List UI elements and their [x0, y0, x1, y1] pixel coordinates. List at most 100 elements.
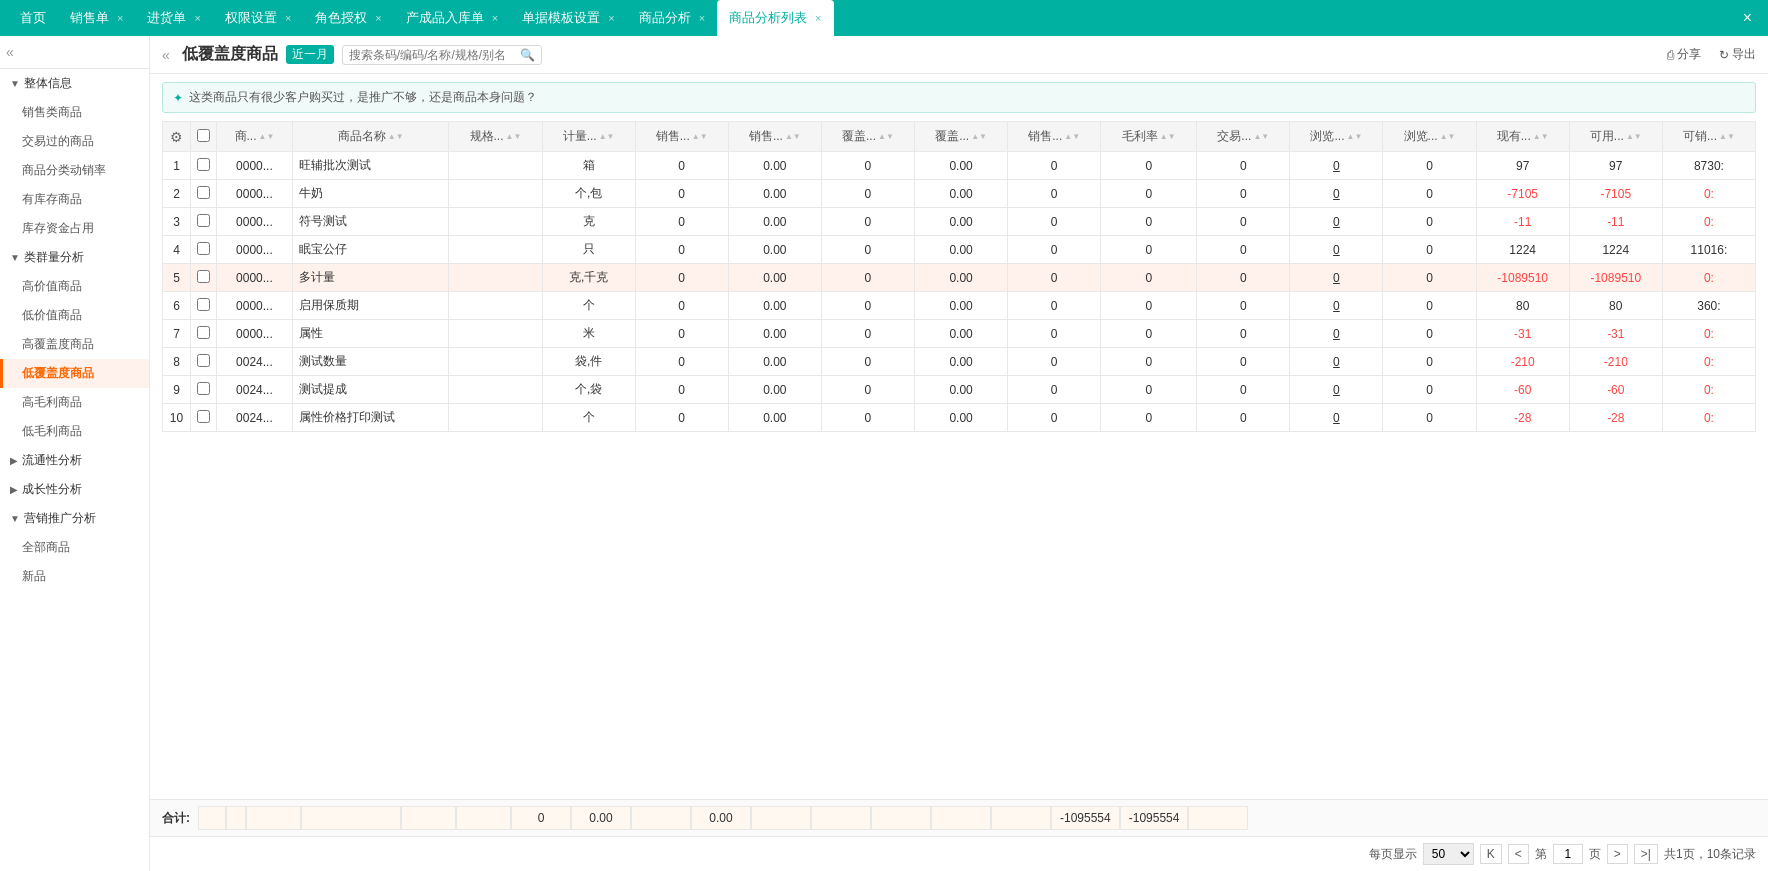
select-all-checkbox[interactable] — [197, 129, 210, 142]
close-icon[interactable]: × — [699, 0, 705, 36]
close-icon[interactable]: × — [815, 0, 821, 36]
row-browse1[interactable]: 0 — [1290, 208, 1383, 236]
row-browse1[interactable]: 0 — [1290, 180, 1383, 208]
row-checkbox[interactable] — [191, 180, 217, 208]
th-gross-margin[interactable]: 毛利率▲▼ — [1101, 122, 1197, 152]
sort-icon[interactable]: ▲▼ — [599, 133, 615, 141]
sidebar-item-high-margin[interactable]: 高毛利商品 — [0, 388, 149, 417]
th-coverage2[interactable]: 覆盖...▲▼ — [915, 122, 1008, 152]
nav-purchase-order[interactable]: 进货单 × — [135, 0, 212, 36]
th-unit[interactable]: 计量...▲▼ — [542, 122, 635, 152]
th-code[interactable]: 商...▲▼ — [217, 122, 293, 152]
sidebar-item-low-coverage[interactable]: 低覆盖度商品 — [0, 359, 149, 388]
last-page-button[interactable]: >| — [1634, 844, 1658, 864]
close-icon[interactable]: × — [285, 0, 291, 36]
row-browse1[interactable]: 0 — [1290, 236, 1383, 264]
row-browse1[interactable]: 0 — [1290, 320, 1383, 348]
sidebar-group-growth[interactable]: ▶ 成长性分析 — [0, 475, 149, 504]
share-button[interactable]: ⎙ 分享 — [1667, 46, 1701, 63]
sidebar-item-low-margin[interactable]: 低毛利商品 — [0, 417, 149, 446]
row-checkbox[interactable] — [191, 236, 217, 264]
sort-icon[interactable]: ▲▼ — [878, 133, 894, 141]
search-box[interactable]: 🔍 — [342, 45, 542, 65]
sidebar-item-category-rate[interactable]: 商品分类动销率 — [0, 156, 149, 185]
sort-icon[interactable]: ▲▼ — [1533, 133, 1549, 141]
sort-icon[interactable]: ▲▼ — [785, 133, 801, 141]
row-browse1[interactable]: 0 — [1290, 404, 1383, 432]
time-filter-badge[interactable]: 近一月 — [286, 45, 334, 64]
sort-icon[interactable]: ▲▼ — [1719, 133, 1735, 141]
per-page-select[interactable]: 50 20 100 200 — [1423, 843, 1474, 865]
sort-icon[interactable]: ▲▼ — [971, 133, 987, 141]
th-checkbox[interactable] — [191, 122, 217, 152]
row-checkbox[interactable] — [191, 320, 217, 348]
row-browse1[interactable]: 0 — [1290, 292, 1383, 320]
sidebar-item-sales-products[interactable]: 销售类商品 — [0, 98, 149, 127]
page-number-input[interactable] — [1553, 844, 1583, 864]
sidebar-item-stock-capital[interactable]: 库存资金占用 — [0, 214, 149, 243]
th-spec[interactable]: 规格...▲▼ — [449, 122, 542, 152]
sidebar-group-overall-info[interactable]: ▼ 整体信息 — [0, 69, 149, 98]
sidebar-item-in-stock[interactable]: 有库存商品 — [0, 185, 149, 214]
prev-page-button[interactable]: < — [1508, 844, 1529, 864]
sidebar-item-all-products[interactable]: 全部商品 — [0, 533, 149, 562]
row-checkbox[interactable] — [191, 404, 217, 432]
window-close-button[interactable]: × — [1735, 9, 1760, 27]
sort-icon[interactable]: ▲▼ — [1064, 133, 1080, 141]
sidebar-item-high-coverage[interactable]: 高覆盖度商品 — [0, 330, 149, 359]
sort-icon[interactable]: ▲▼ — [259, 133, 275, 141]
sort-icon[interactable]: ▲▼ — [1626, 133, 1642, 141]
row-checkbox[interactable] — [191, 376, 217, 404]
nav-sales-order[interactable]: 销售单 × — [58, 0, 135, 36]
close-icon[interactable]: × — [194, 0, 200, 36]
row-checkbox[interactable] — [191, 348, 217, 376]
search-input[interactable] — [349, 48, 520, 62]
row-browse1[interactable]: 0 — [1290, 348, 1383, 376]
th-settings[interactable]: ⚙ — [163, 122, 191, 152]
row-checkbox[interactable] — [191, 208, 217, 236]
close-icon[interactable]: × — [375, 0, 381, 36]
sidebar-group-marketing[interactable]: ▼ 营销推广分析 — [0, 504, 149, 533]
nav-template-settings[interactable]: 单据模板设置 × — [510, 0, 626, 36]
close-icon[interactable]: × — [117, 0, 123, 36]
row-browse1[interactable]: 0 — [1290, 264, 1383, 292]
nav-product-storage[interactable]: 产成品入库单 × — [394, 0, 510, 36]
row-checkbox[interactable] — [191, 292, 217, 320]
sidebar-group-circulation[interactable]: ▶ 流通性分析 — [0, 446, 149, 475]
th-coverage1[interactable]: 覆盖...▲▼ — [821, 122, 914, 152]
first-page-button[interactable]: K — [1480, 844, 1502, 864]
th-sales-amt[interactable]: 销售...▲▼ — [728, 122, 821, 152]
sidebar-item-new-products[interactable]: 新品 — [0, 562, 149, 591]
sort-icon[interactable]: ▲▼ — [1347, 133, 1363, 141]
th-trade[interactable]: 交易...▲▼ — [1197, 122, 1290, 152]
sidebar-item-low-value[interactable]: 低价值商品 — [0, 301, 149, 330]
th-available-stock[interactable]: 可用...▲▼ — [1569, 122, 1662, 152]
nav-product-analysis-list[interactable]: 商品分析列表 × — [717, 0, 833, 36]
sort-icon[interactable]: ▲▼ — [1440, 133, 1456, 141]
next-page-button[interactable]: > — [1607, 844, 1628, 864]
nav-role-auth[interactable]: 角色授权 × — [303, 0, 393, 36]
nav-product-analysis[interactable]: 商品分析 × — [627, 0, 717, 36]
row-browse1[interactable]: 0 — [1290, 376, 1383, 404]
th-name[interactable]: 商品名称▲▼ — [292, 122, 449, 152]
th-browse2[interactable]: 浏览...▲▼ — [1383, 122, 1476, 152]
sidebar-item-traded-products[interactable]: 交易过的商品 — [0, 127, 149, 156]
nav-home[interactable]: 首页 — [8, 0, 58, 36]
sidebar-item-high-value[interactable]: 高价值商品 — [0, 272, 149, 301]
sidebar-toggle-button[interactable]: « — [162, 47, 170, 63]
row-browse1[interactable]: 0 — [1290, 152, 1383, 180]
th-sales3[interactable]: 销售...▲▼ — [1008, 122, 1101, 152]
th-browse1[interactable]: 浏览...▲▼ — [1290, 122, 1383, 152]
close-icon[interactable]: × — [492, 0, 498, 36]
th-sales-qty[interactable]: 销售...▲▼ — [635, 122, 728, 152]
sort-icon[interactable]: ▲▼ — [506, 133, 522, 141]
th-saleable[interactable]: 可销...▲▼ — [1662, 122, 1755, 152]
sort-icon[interactable]: ▲▼ — [1253, 133, 1269, 141]
sort-icon[interactable]: ▲▼ — [388, 133, 404, 141]
nav-permission-settings[interactable]: 权限设置 × — [213, 0, 303, 36]
settings-icon[interactable]: ⚙ — [170, 129, 183, 145]
th-current-stock[interactable]: 现有...▲▼ — [1476, 122, 1569, 152]
sidebar-collapse-button[interactable]: « — [6, 44, 14, 60]
sort-icon[interactable]: ▲▼ — [1160, 133, 1176, 141]
row-checkbox[interactable] — [191, 152, 217, 180]
